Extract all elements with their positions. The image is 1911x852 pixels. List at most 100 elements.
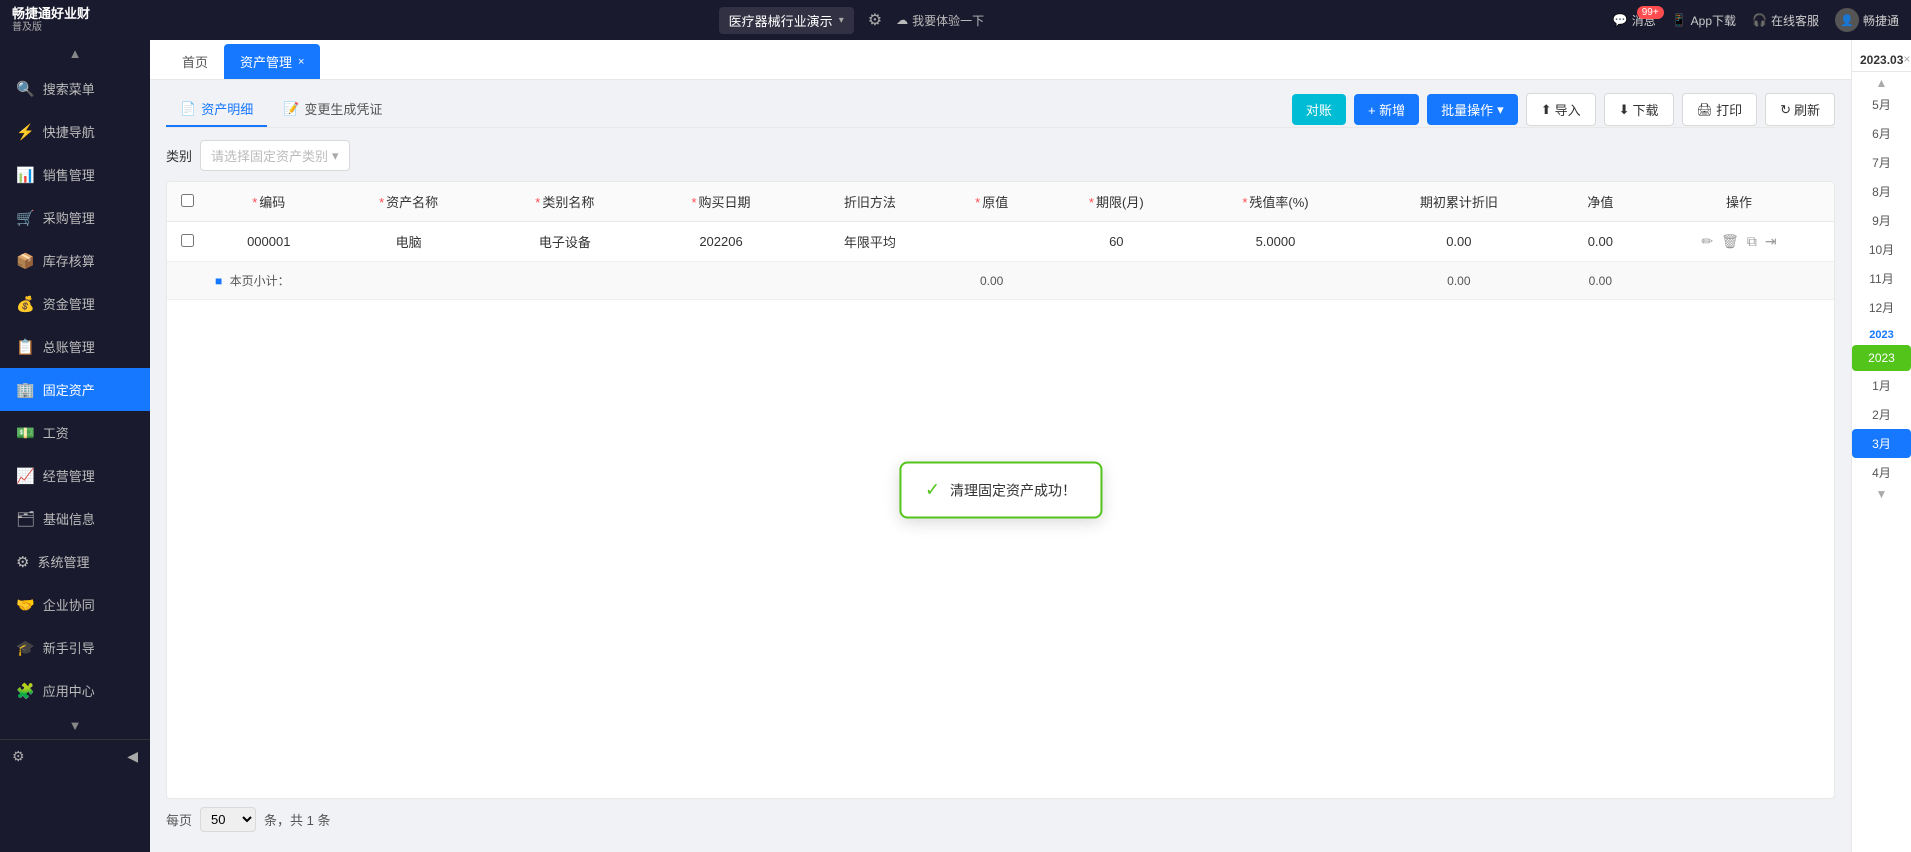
row-checkbox-cell <box>167 222 207 262</box>
timeline-month-2[interactable]: 2月 <box>1852 400 1911 429</box>
timeline-close-icon[interactable]: × <box>1903 52 1910 67</box>
timeline-month-4[interactable]: 4月 <box>1852 458 1911 487</box>
content-area: 首页 资产管理 × 📄 资产明细 📝 变更生成凭证 <box>150 40 1851 852</box>
more-icon[interactable]: ⇥ <box>1765 233 1777 250</box>
tab-close-icon[interactable]: × <box>298 56 304 68</box>
refresh-btn[interactable]: ↻ 刷新 <box>1765 93 1835 126</box>
payroll-icon: 💵 <box>16 424 35 442</box>
row-category: 电子设备 <box>487 222 643 262</box>
filter-label: 类别 <box>166 146 192 165</box>
print-icon: 🖨 <box>1697 102 1714 118</box>
purchase-icon: 🛒 <box>16 209 35 227</box>
timeline-month-8[interactable]: 8月 <box>1852 177 1911 206</box>
topbar: 畅捷通好业财 普及版 医疗器械行业演示 ▾ ⚙ ☁ 我要体验一下 💬 消息 99… <box>0 0 1911 40</box>
row-name: 电脑 <box>331 222 487 262</box>
th-name: *资产名称 <box>331 182 487 222</box>
timeline-month-1[interactable]: 1月 <box>1852 371 1911 400</box>
import-btn[interactable]: ⬆ 导入 <box>1526 93 1596 126</box>
category-filter[interactable]: 请选择固定资产类别 ▾ <box>200 140 350 171</box>
customer-service-btn[interactable]: 🎧 在线客服 <box>1752 12 1819 29</box>
timeline-scroll-down[interactable]: ▼ <box>1876 487 1888 501</box>
page-content: 📄 资产明细 📝 变更生成凭证 对账 + 新增 <box>150 80 1851 852</box>
sidebar-item-fixed-assets[interactable]: 🏢 固定资产 <box>0 368 150 411</box>
download-btn[interactable]: ⬇ 下载 <box>1604 93 1674 126</box>
filter-row: 类别 请选择固定资产类别 ▾ <box>166 140 1835 171</box>
row-original-value <box>941 222 1043 262</box>
th-checkbox <box>167 182 207 222</box>
sidebar-item-guide[interactable]: 🎓 新手引导 <box>0 626 150 669</box>
sidebar-item-payroll[interactable]: 💵 工资 <box>0 411 150 454</box>
sidebar-item-label: 总账管理 <box>43 337 95 356</box>
sidebar-item-finance[interactable]: 💰 资金管理 <box>0 282 150 325</box>
sidebar-settings-icon[interactable]: ⚙ <box>12 748 25 765</box>
timeline-month-11[interactable]: 11月 <box>1852 264 1911 293</box>
timeline-month-5[interactable]: 5月 <box>1852 90 1911 119</box>
print-btn[interactable]: 🖨 打印 <box>1682 93 1758 126</box>
sidebar-item-ledger[interactable]: 📋 总账管理 <box>0 325 150 368</box>
timeline-month-3[interactable]: 3月 <box>1852 429 1911 458</box>
search-icon: 🔍 <box>16 80 35 98</box>
sidebar-item-inventory[interactable]: 📦 库存核算 <box>0 239 150 282</box>
basic-info-icon: 🗂 <box>16 510 35 528</box>
sidebar-item-quicknav[interactable]: ⚡ 快捷导航 <box>0 110 150 153</box>
th-action: 操作 <box>1644 182 1834 222</box>
sidebar-scroll-up[interactable]: ▲ <box>0 40 150 67</box>
company-dropdown-arrow: ▾ <box>839 15 844 26</box>
subtab-asset-detail[interactable]: 📄 资产明细 <box>166 92 267 127</box>
experience-btn[interactable]: ☁ 我要体验一下 <box>896 12 984 29</box>
row-net-value: 0.00 <box>1557 222 1644 262</box>
tabbar: 首页 资产管理 × <box>150 40 1851 80</box>
batch-btn[interactable]: 批量操作 ▾ <box>1427 94 1518 125</box>
th-net-value: 净值 <box>1557 182 1644 222</box>
sidebar-item-sales[interactable]: 📊 销售管理 <box>0 153 150 196</box>
timeline-month-6[interactable]: 6月 <box>1852 119 1911 148</box>
row-checkbox[interactable] <box>181 234 194 247</box>
add-btn[interactable]: + 新增 <box>1354 94 1419 125</box>
timeline-scroll-up[interactable]: ▲ <box>1876 76 1888 90</box>
user-profile-btn[interactable]: 👤 畅捷通 <box>1835 8 1899 32</box>
messages-btn[interactable]: 💬 消息 99+ <box>1613 12 1656 29</box>
sidebar-scroll-down[interactable]: ▼ <box>0 712 150 739</box>
tab-home[interactable]: 首页 <box>166 44 224 79</box>
timeline-year-label: 2023 <box>1865 327 1897 343</box>
sidebar-item-operations[interactable]: 📈 经营管理 <box>0 454 150 497</box>
subtab-change-voucher[interactable]: 📝 变更生成凭证 <box>269 92 396 127</box>
sidebar-item-system[interactable]: ⚙ 系统管理 <box>0 540 150 583</box>
row-residual-rate: 5.0000 <box>1190 222 1361 262</box>
sidebar-item-search[interactable]: 🔍 搜索菜单 <box>0 67 150 110</box>
delete-icon[interactable]: 🗑 <box>1721 233 1739 250</box>
sidebar-item-enterprise[interactable]: 🤝 企业协同 <box>0 583 150 626</box>
sub-tabs: 📄 资产明细 📝 变更生成凭证 对账 + 新增 <box>166 92 1835 128</box>
per-page-label: 每页 <box>166 810 192 829</box>
sidebar-item-label: 资金管理 <box>43 294 95 313</box>
timeline-month-12[interactable]: 12月 <box>1852 293 1911 322</box>
company-selector[interactable]: 医疗器械行业演示 ▾ <box>719 7 854 34</box>
timeline-month-9[interactable]: 9月 <box>1852 206 1911 235</box>
sidebar-item-purchase[interactable]: 🛒 采购管理 <box>0 196 150 239</box>
operations-icon: 📈 <box>16 467 35 485</box>
timeline-month-10[interactable]: 10月 <box>1852 235 1911 264</box>
th-period: *期限(月) <box>1043 182 1190 222</box>
tab-asset-management[interactable]: 资产管理 × <box>224 44 320 79</box>
timeline-year-2023[interactable]: 2023 <box>1852 345 1911 371</box>
main-layout: ▲ 🔍 搜索菜单 ⚡ 快捷导航 📊 销售管理 🛒 采购管理 📦 库存核算 💰 资… <box>0 40 1911 852</box>
per-page-select[interactable]: 50 100 <box>200 807 256 832</box>
sidebar-item-basic-info[interactable]: 🗂 基础信息 <box>0 497 150 540</box>
sidebar-item-appstore[interactable]: 🧩 应用中心 <box>0 669 150 712</box>
edit-icon[interactable]: ✏ <box>1701 233 1713 250</box>
app-download-btn[interactable]: 📱 App下载 <box>1672 12 1736 29</box>
th-category: *类别名称 <box>487 182 643 222</box>
timeline-month-7[interactable]: 7月 <box>1852 148 1911 177</box>
copy-icon[interactable]: ⧉ <box>1747 233 1757 250</box>
sidebar-item-label: 新手引导 <box>43 638 95 657</box>
asset-table-wrap: *编码 *资产名称 *类别名称 *购买日期 折旧方法 *原值 *期限(月) *残… <box>166 181 1835 799</box>
sidebar-collapse-icon[interactable]: ◀ <box>127 748 138 765</box>
account-btn[interactable]: 对账 <box>1292 94 1346 125</box>
message-icon: 💬 <box>1613 13 1628 27</box>
subtotal-row: ■ 本页小计： 0.00 0.00 0.00 <box>167 262 1834 300</box>
settings-icon[interactable]: ⚙ <box>864 6 886 34</box>
finance-icon: 💰 <box>16 295 35 313</box>
th-residual-rate: *残值率(%) <box>1190 182 1361 222</box>
select-all-checkbox[interactable] <box>181 194 194 207</box>
sidebar-item-label: 经营管理 <box>43 466 95 485</box>
